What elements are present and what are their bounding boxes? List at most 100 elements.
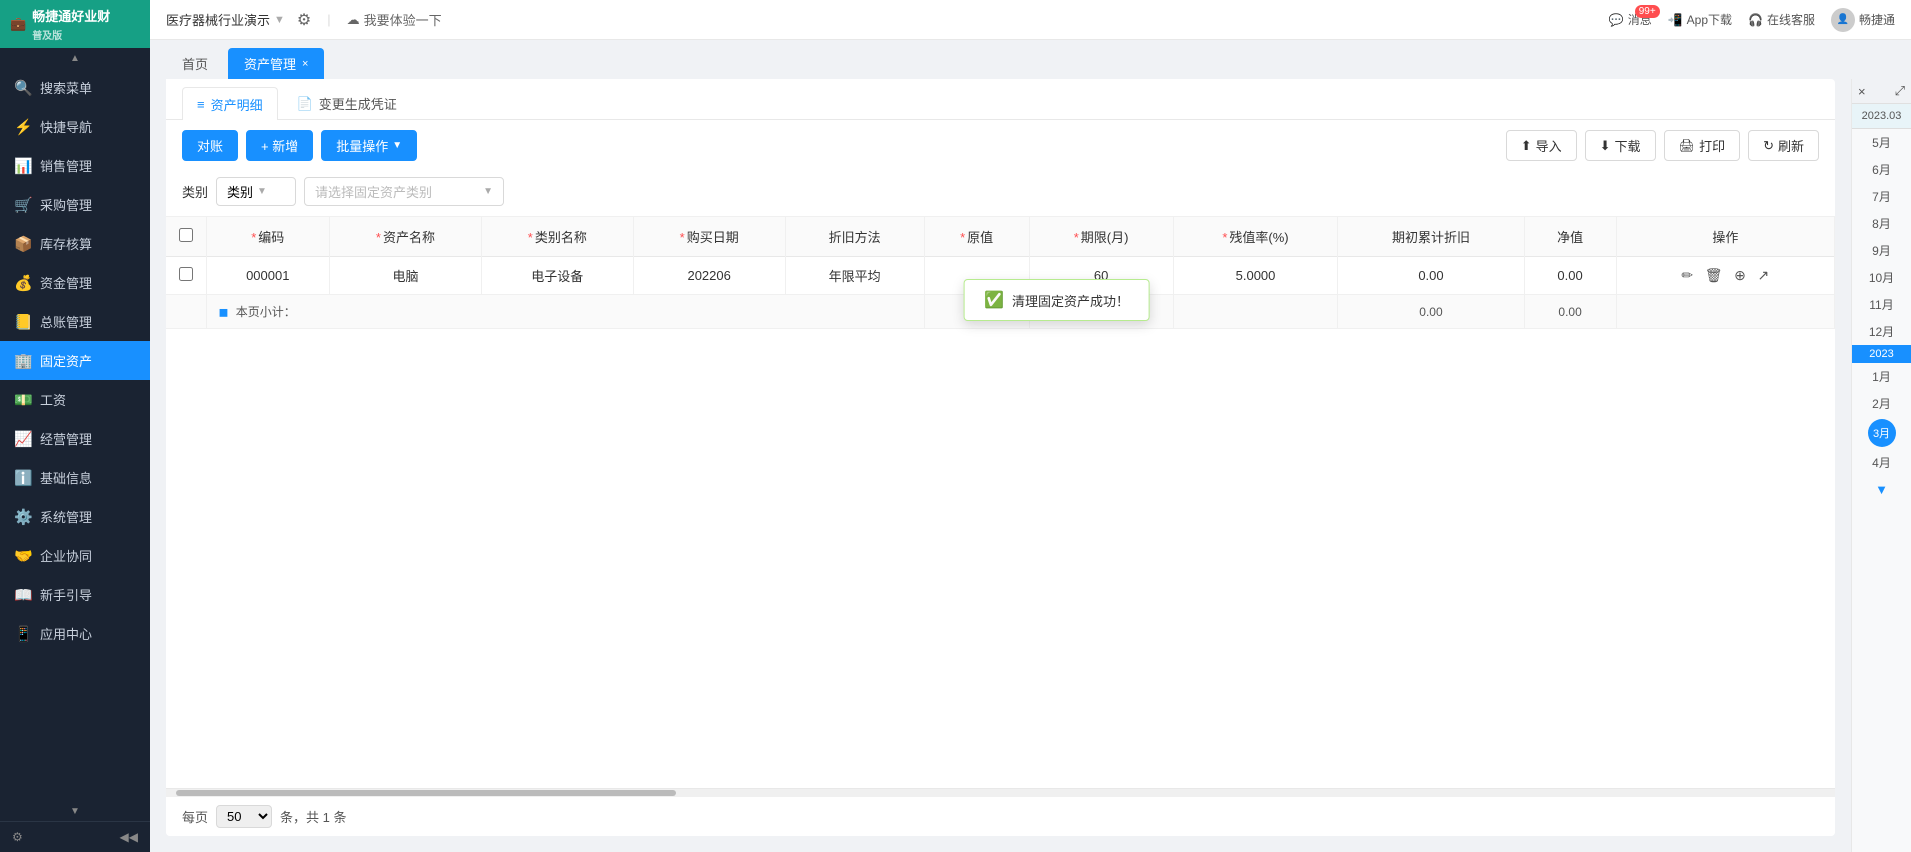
col-operation: 操作 [1616,217,1834,257]
timeline-year-2023[interactable]: 2023 [1852,345,1911,363]
tab-home[interactable]: 首页 [166,48,224,79]
timeline-month-10[interactable]: 10月 [1852,264,1911,291]
sidebar-item-quick-nav[interactable]: ⚡ 快捷导航 [0,107,150,146]
timeline-month-5[interactable]: 5月 [1852,129,1911,156]
online-service-btn[interactable]: 🎧 在线客服 [1748,11,1815,28]
category-value-select[interactable]: 请选择固定资产类别 ▼ [304,177,504,206]
timeline-month-2023-4[interactable]: 4月 [1852,449,1911,476]
sidebar-item-ledger[interactable]: 📒 总账管理 [0,302,150,341]
copy-icon[interactable]: ⊕ [1730,265,1750,286]
batch-label: 批量操作 [336,136,388,155]
company-selector[interactable]: 医疗器械行业演示 ▼ [166,10,285,29]
horizontal-scrollbar[interactable] [166,788,1835,796]
refresh-button[interactable]: ↻ 刷新 [1748,130,1819,161]
settings-icon[interactable]: ⚙ [12,830,23,844]
sidebar-item-payroll[interactable]: 💵 工资 [0,380,150,419]
topbar: 医疗器械行业演示 ▼ ⚙ | ☁ 我要体验一下 💬 消息 99+ 📲 App下载… [150,0,1911,40]
cell-code: 000001 [206,257,330,295]
tab-close-icon[interactable]: × [302,58,308,70]
select-all-checkbox[interactable] [179,228,193,242]
experience-btn[interactable]: ☁ 我要体验一下 [347,10,442,29]
batch-button[interactable]: 批量操作 ▼ [321,130,417,161]
info-icon: ℹ️ [14,469,32,487]
guide-icon: 📖 [14,586,32,604]
settings-icon[interactable]: ⚙ [297,10,311,30]
sidebar-item-system[interactable]: ⚙️ 系统管理 [0,497,150,536]
scrollbar-thumb[interactable] [176,790,676,796]
bottom-bar: 每页 50 100 200 条，共 1 条 [166,796,1835,836]
service-icon: 🎧 [1748,13,1763,27]
cloud-icon: ☁ [347,12,360,28]
system-icon: ⚙️ [14,508,32,526]
reconcile-button[interactable]: 对账 [182,130,238,161]
sidebar-item-label: 工资 [40,390,66,409]
close-timeline-icon[interactable]: × [1858,84,1866,99]
timeline-month-2023-1[interactable]: 1月 [1852,363,1911,390]
tab-home-label: 首页 [182,57,208,72]
col-category: *类别名称 [481,217,633,257]
sidebar-menu: 🔍 搜索菜单 ⚡ 快捷导航 📊 销售管理 🛒 采购管理 📦 库存核算 💰 资金管… [0,68,150,801]
sidebar-item-label: 新手引导 [40,585,92,604]
timeline-month-2023-3[interactable]: 3月 [1868,419,1896,447]
timeline-month-11[interactable]: 11月 [1852,291,1911,318]
cell-checkbox[interactable] [166,257,206,295]
user-menu[interactable]: 👤 畅捷通 [1831,8,1895,32]
refresh-icon: ↻ [1763,138,1774,154]
download-icon: ⬇ [1600,138,1611,154]
sidebar-item-label: 企业协同 [40,546,92,565]
timeline-month-6[interactable]: 6月 [1852,156,1911,183]
sidebar-item-cooperation[interactable]: 🤝 企业协同 [0,536,150,575]
cell-net-value: 0.00 [1524,257,1616,295]
sidebar-item-sales[interactable]: 📊 销售管理 [0,146,150,185]
sidebar-item-fixed-assets[interactable]: 🏢 固定资产 [0,341,150,380]
subtab-asset-detail[interactable]: ≡ 资产明细 [182,87,278,120]
category-type-select[interactable]: 类别 ▼ [216,177,296,206]
subtab-change-voucher[interactable]: 📄 变更生成凭证 [282,87,412,119]
page-size-select[interactable]: 50 100 200 [216,805,272,828]
collapse-icon[interactable]: ◀◀ [120,830,138,844]
print-button[interactable]: 🖨 打印 [1664,130,1741,161]
sidebar-item-operations[interactable]: 📈 经营管理 [0,419,150,458]
expand-timeline-icon[interactable]: ⤢ [1895,83,1905,99]
edit-icon[interactable]: ✏ [1677,265,1697,286]
col-residual-rate: *残值率(%) [1173,217,1338,257]
timeline-scroll-down[interactable]: ▼ [1852,476,1911,503]
sidebar-item-inventory[interactable]: 📦 库存核算 [0,224,150,263]
more-icon[interactable]: ↗ [1754,265,1774,286]
sidebar-item-label: 应用中心 [40,624,92,643]
delete-icon[interactable]: 🗑 [1701,265,1727,286]
export-button[interactable]: ⬆ 导入 [1506,130,1577,161]
download-button[interactable]: ⬇ 下载 [1585,130,1656,161]
finance-icon: 💰 [14,274,32,292]
sidebar-item-finance[interactable]: 💰 资金管理 [0,263,150,302]
export-icon: ⬆ [1521,138,1532,154]
timeline-month-8[interactable]: 8月 [1852,210,1911,237]
content-area: ≡ 资产明细 📄 变更生成凭证 对账 + 新增 批量操作 ▼ [166,79,1835,836]
col-name: *资产名称 [330,217,482,257]
tab-asset-management[interactable]: 资产管理 × [228,48,324,79]
sidebar-item-basic-info[interactable]: ℹ️ 基础信息 [0,458,150,497]
timeline-month-9[interactable]: 9月 [1852,237,1911,264]
topbar-right: 💬 消息 99+ 📲 App下载 🎧 在线客服 👤 畅捷通 [1609,8,1895,32]
timeline-header: 2023.03 [1852,104,1911,129]
cell-depreciation: 年限平均 [785,257,924,295]
sidebar-scroll-down[interactable]: ▼ [0,801,150,821]
new-button[interactable]: + 新增 [246,130,313,161]
chevron-down-icon: ▼ [257,186,267,197]
timeline-month-7[interactable]: 7月 [1852,183,1911,210]
company-name: 医疗器械行业演示 [166,10,270,29]
sidebar-item-guide[interactable]: 📖 新手引导 [0,575,150,614]
sidebar-item-search[interactable]: 🔍 搜索菜单 [0,68,150,107]
sidebar-item-app-center[interactable]: 📱 应用中心 [0,614,150,653]
subtotal-net: 0.00 [1524,295,1616,329]
timeline-month-12[interactable]: 12月 [1852,318,1911,345]
row-checkbox[interactable] [179,267,193,281]
message-btn[interactable]: 💬 消息 99+ [1609,11,1652,28]
sidebar-item-purchase[interactable]: 🛒 采购管理 [0,185,150,224]
timeline-month-2023-2[interactable]: 2月 [1852,390,1911,417]
subtab-label: 资产明细 [211,95,263,114]
sidebar-item-label: 快捷导航 [40,117,92,136]
sidebar-scroll-up[interactable]: ▲ [0,48,150,68]
app-download-btn[interactable]: 📲 App下载 [1668,11,1732,28]
col-checkbox [166,217,206,257]
